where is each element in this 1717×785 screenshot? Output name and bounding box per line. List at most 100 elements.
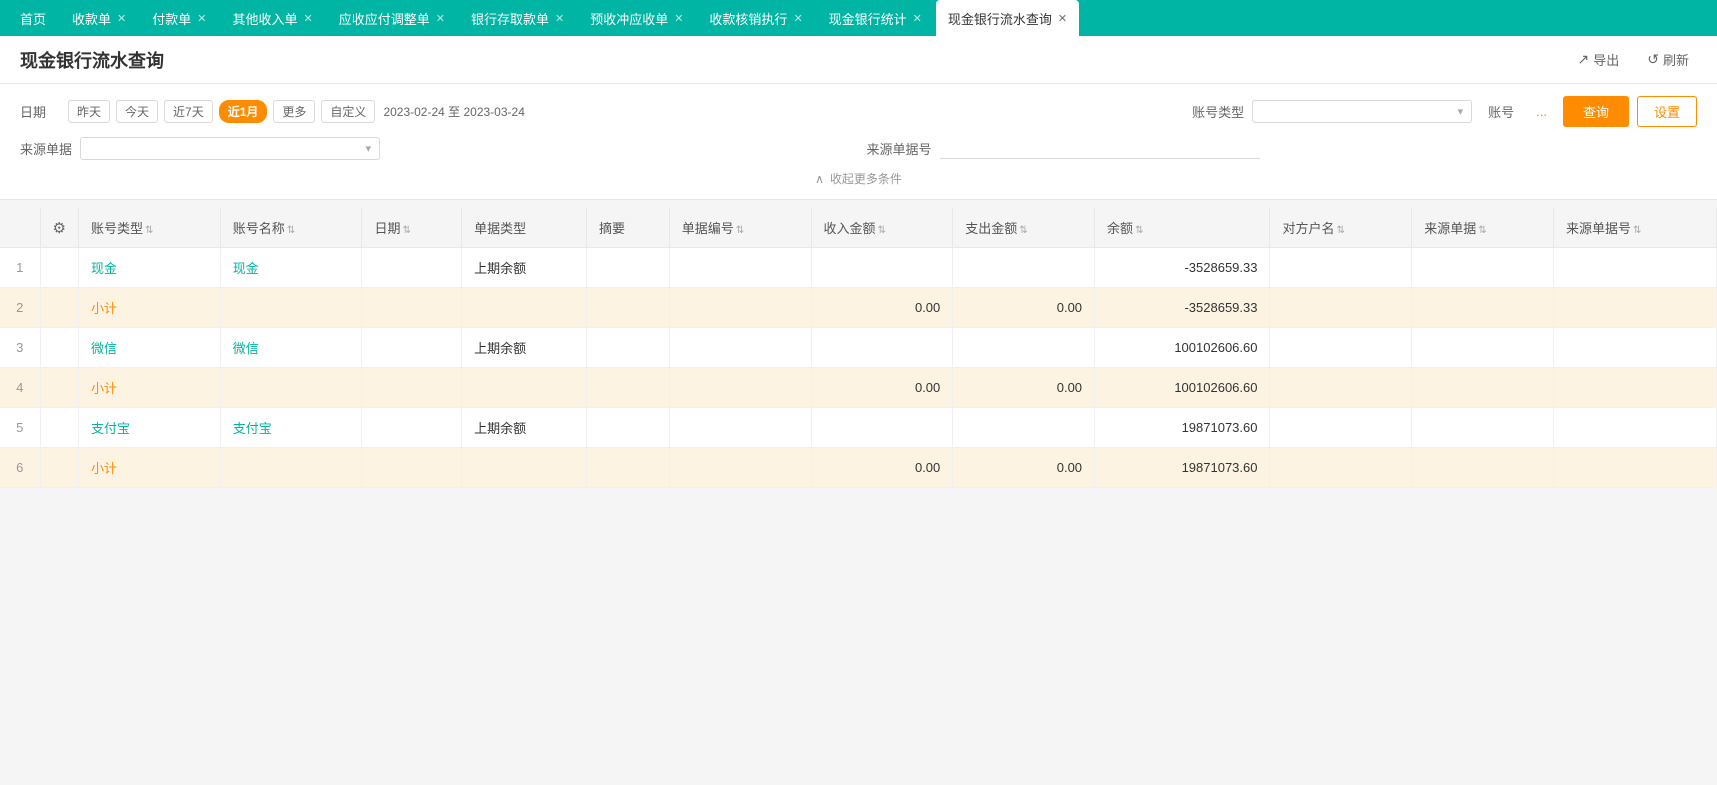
- cell-source_doc_no: [1554, 248, 1717, 288]
- cell-doc_type: [462, 288, 587, 328]
- close-icon[interactable]: ✕: [913, 12, 922, 25]
- cell-account_name: 支付宝: [220, 408, 362, 448]
- sort-icon: ⇅: [287, 225, 295, 236]
- row-settings: [40, 248, 78, 288]
- close-icon[interactable]: ✕: [674, 12, 683, 25]
- table-row: 4小计0.000.00100102606.60: [0, 368, 1717, 408]
- cell-income: [811, 408, 953, 448]
- close-icon[interactable]: ✕: [304, 12, 313, 25]
- col-source_doc_no[interactable]: 来源单据号⇅: [1554, 208, 1717, 248]
- cell-date: [362, 448, 462, 488]
- source-doc-select[interactable]: ▾: [80, 137, 380, 160]
- nav-home[interactable]: 首页: [8, 9, 58, 28]
- sort-icon: ⇅: [736, 225, 744, 236]
- sort-icon: ⇅: [1135, 225, 1143, 236]
- col-summary: 摘要: [587, 208, 670, 248]
- nav-tab-预收冲应收单[interactable]: 预收冲应收单 ✕: [578, 0, 695, 36]
- nav-tab-label: 预收冲应收单: [590, 9, 668, 28]
- cell-counterpart: [1270, 448, 1412, 488]
- date-option-昨天[interactable]: 昨天: [68, 100, 110, 123]
- cell-source_doc_no: [1554, 328, 1717, 368]
- table-row: 1现金现金上期余额-3528659.33: [0, 248, 1717, 288]
- cell-source_doc: [1412, 408, 1554, 448]
- close-icon[interactable]: ✕: [117, 12, 126, 25]
- date-option-近7天[interactable]: 近7天: [164, 100, 213, 123]
- date-filter-group: 日期 昨天今天近7天近1月更多自定义 2023-02-24 至 2023-03-…: [20, 100, 1176, 123]
- col-date[interactable]: 日期⇅: [362, 208, 462, 248]
- row-settings: [40, 448, 78, 488]
- col-doc_no[interactable]: 单据编号⇅: [669, 208, 811, 248]
- close-icon[interactable]: ✕: [436, 12, 445, 25]
- close-icon[interactable]: ✕: [793, 12, 802, 25]
- col-account_name[interactable]: 账号名称⇅: [220, 208, 362, 248]
- nav-tab-label: 其他收入单: [232, 9, 297, 28]
- source-doc-dropdown-icon: ▾: [365, 142, 371, 155]
- cell-date: [362, 248, 462, 288]
- close-icon[interactable]: ✕: [197, 12, 206, 25]
- cell-income: [811, 248, 953, 288]
- cell-account_name: [220, 448, 362, 488]
- page-title: 现金银行流水查询: [20, 47, 164, 73]
- date-option-更多[interactable]: 更多: [273, 100, 315, 123]
- nav-tab-银行存取款单[interactable]: 银行存取款单✕: [459, 0, 576, 36]
- cell-date: [362, 288, 462, 328]
- cell-source_doc_no: [1554, 448, 1717, 488]
- collapse-row[interactable]: ∧ 收起更多条件: [20, 170, 1697, 187]
- filter-row-2: 来源单据 ▾ 来源单据号: [20, 137, 1697, 160]
- col-source_doc[interactable]: 来源单据⇅: [1412, 208, 1554, 248]
- date-option-近1月[interactable]: 近1月: [219, 100, 268, 123]
- cell-date: [362, 328, 462, 368]
- table-row: 5支付宝支付宝上期余额19871073.60: [0, 408, 1717, 448]
- collapse-icon: ∧: [815, 172, 824, 186]
- col-account_type[interactable]: 账号类型⇅: [78, 208, 220, 248]
- source-doc-no-input[interactable]: [940, 139, 1260, 159]
- row-num: 1: [0, 248, 40, 288]
- cell-doc_type: [462, 448, 587, 488]
- nav-tabs-container: 收款单✕付款单✕其他收入单✕应收应付调整单✕银行存取款单✕预收冲应收单✕收款核销…: [60, 0, 1079, 36]
- cell-doc_no: [669, 368, 811, 408]
- close-icon[interactable]: ✕: [555, 12, 564, 25]
- source-doc-label: 来源单据: [20, 139, 72, 158]
- date-option-今天[interactable]: 今天: [116, 100, 158, 123]
- nav-tab-label: 应收应付调整单: [339, 9, 430, 28]
- cell-income: 0.00: [811, 448, 953, 488]
- col-counterpart[interactable]: 对方户名⇅: [1270, 208, 1412, 248]
- nav-tab-现金银行流水查询[interactable]: 现金银行流水查询✕: [936, 0, 1079, 36]
- cell-doc_no: [669, 408, 811, 448]
- nav-tab-收款单[interactable]: 收款单✕: [60, 0, 138, 36]
- row-num: 5: [0, 408, 40, 448]
- col-doc_type: 单据类型: [462, 208, 587, 248]
- cell-source_doc_no: [1554, 368, 1717, 408]
- date-option-自定义[interactable]: 自定义: [321, 100, 375, 123]
- nav-tab-应收应付调整单[interactable]: 应收应付调整单 ✕: [327, 0, 457, 36]
- row-num: 6: [0, 448, 40, 488]
- close-icon[interactable]: ✕: [1058, 12, 1067, 25]
- export-button[interactable]: ↗ 导出: [1570, 46, 1628, 73]
- source-doc-no-filter-group: 来源单据号: [867, 139, 1698, 159]
- cell-balance: 19871073.60: [1095, 408, 1270, 448]
- more-button[interactable]: ...: [1536, 104, 1547, 119]
- refresh-button[interactable]: ↺ 刷新: [1639, 46, 1697, 73]
- query-button[interactable]: 查询: [1563, 96, 1629, 127]
- cell-date: [362, 368, 462, 408]
- cell-counterpart: [1270, 328, 1412, 368]
- cell-summary: [587, 248, 670, 288]
- nav-tab-现金银行统计[interactable]: 现金银行统计 ✕: [817, 0, 934, 36]
- nav-tab-其他收入单[interactable]: 其他收入单 ✕: [220, 0, 324, 36]
- nav-tab-付款单[interactable]: 付款单✕: [140, 0, 218, 36]
- col-balance[interactable]: 余额⇅: [1095, 208, 1270, 248]
- nav-tab-label: 收款核销执行: [709, 9, 787, 28]
- settings-button[interactable]: 设置: [1637, 96, 1697, 127]
- row-settings: [40, 328, 78, 368]
- data-table: ⚙账号类型⇅账号名称⇅日期⇅单据类型摘要单据编号⇅收入金额⇅支出金额⇅余额⇅对方…: [0, 208, 1717, 488]
- cell-source_doc_no: [1554, 408, 1717, 448]
- nav-tab-label: 现金银行统计: [829, 9, 907, 28]
- source-doc-no-label: 来源单据号: [867, 139, 932, 158]
- col-expense[interactable]: 支出金额⇅: [953, 208, 1095, 248]
- account-type-select[interactable]: ▾: [1252, 100, 1472, 123]
- col-income[interactable]: 收入金额⇅: [811, 208, 953, 248]
- cell-balance: 100102606.60: [1095, 368, 1270, 408]
- nav-tab-收款核销执行[interactable]: 收款核销执行 ✕: [697, 0, 814, 36]
- cell-account_type: 小计: [78, 368, 220, 408]
- filter-row-1: 日期 昨天今天近7天近1月更多自定义 2023-02-24 至 2023-03-…: [20, 96, 1697, 127]
